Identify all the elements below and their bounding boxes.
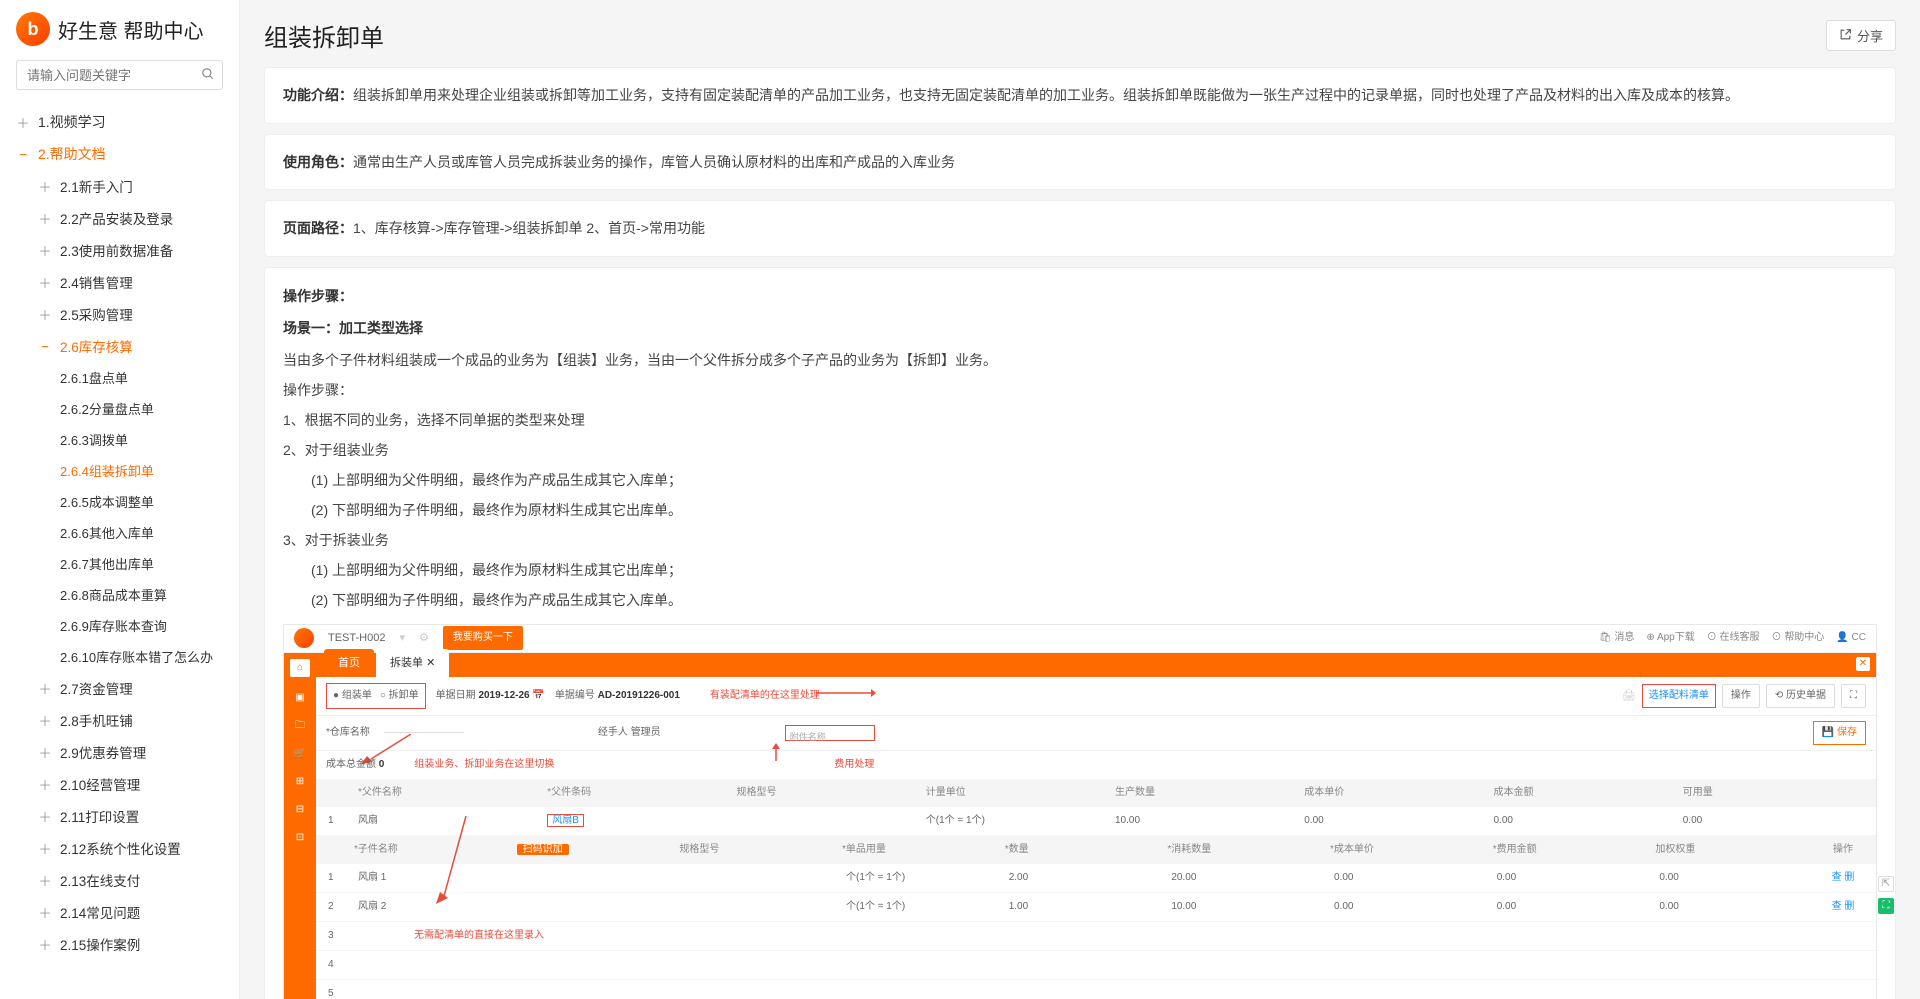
plus-icon: ＋ xyxy=(38,809,52,823)
plus-icon: ＋ xyxy=(38,841,52,855)
ss-buy-button: 我要购买一下 xyxy=(443,626,523,650)
embedded-screenshot: TEST-H002▾ ⚙ 我要购买一下 🛍 消息 ⊕ App下载 ⊙ 在线客服 … xyxy=(283,624,1877,999)
annotation-1: 有装配清单的在这里处理 xyxy=(710,686,820,706)
search-input[interactable] xyxy=(16,60,223,90)
nav-item-211[interactable]: ＋2.11打印设置 xyxy=(38,800,223,832)
role-card: 使用角色：通常由生产人员或库管人员完成拆装业务的操作，库管人员确认原材料的出库和… xyxy=(264,134,1896,191)
brand-logo-icon: b xyxy=(16,12,50,46)
steps-card: 操作步骤： 场景一：加工类型选择 当由多个子件材料组装成一个成品的业务为【组装】… xyxy=(264,267,1896,999)
steps-heading: 操作步骤： xyxy=(283,282,1877,310)
plus-icon: ＋ xyxy=(38,243,52,257)
ss-child-table: *子件名称扫码识加规格型号*单品用量*数量*消耗数量*成本单价*费用金额加权权重… xyxy=(316,836,1876,999)
nav-icon: ⊡ xyxy=(293,831,307,845)
annotation-4: 无需配清单的直接在这里录入 xyxy=(354,926,1022,946)
ss-save-button: 💾 保存 xyxy=(1813,721,1866,745)
nav-item-210[interactable]: ＋2.10经营管理 xyxy=(38,768,223,800)
ss-tab-doc: 拆装单 ✕ xyxy=(376,649,449,677)
plus-icon: ＋ xyxy=(38,179,52,193)
nav-section-docs[interactable]: −2.帮助文档 xyxy=(16,138,223,170)
ss-toolbar: ● 组装单○ 拆卸单 单据日期 2019-12-26 📅 单据编号 AD-201… xyxy=(316,677,1876,716)
scenario-heading: 场景一：加工类型选择 xyxy=(283,314,1877,342)
plus-icon: ＋ xyxy=(38,211,52,225)
nav-item-213[interactable]: ＋2.13在线支付 xyxy=(38,864,223,896)
plus-icon: ＋ xyxy=(38,905,52,919)
ss-side-icons: ⇱⛶ xyxy=(1878,876,1894,914)
ss-parent-table: *父件名称*父件条码规格型号计量单位生产数量成本单价成本金额可用量 1风扇风扇B… xyxy=(316,779,1876,836)
nav-leaf-265[interactable]: 2.6.5成本调整单 xyxy=(60,486,223,517)
ss-row2: *仓库名称 经手人 管理员 附件名称 💾 保存 xyxy=(316,716,1876,751)
plus-icon: ＋ xyxy=(38,937,52,951)
nav-icon: ⊟ xyxy=(293,803,307,817)
ss-tab-home: 首页 xyxy=(324,649,374,677)
nav-item-27[interactable]: ＋2.7资金管理 xyxy=(38,672,223,704)
page-title: 组装拆卸单 xyxy=(264,18,384,53)
ss-left-nav: ⌂ ▣ 🗀 🛒 ⊞ ⊟ ⊡ xyxy=(284,653,316,999)
nav-item-21[interactable]: ＋2.1新手入门 xyxy=(38,170,223,202)
nav-leaf-262[interactable]: 2.6.2分量盘点单 xyxy=(60,393,223,424)
nav-item-212[interactable]: ＋2.12系统个性化设置 xyxy=(38,832,223,864)
nav-item-24[interactable]: ＋2.4销售管理 xyxy=(38,266,223,298)
nav-leaf-264[interactable]: 2.6.4组装拆卸单 xyxy=(60,455,223,486)
ss-logo-icon xyxy=(294,628,314,648)
annotation-3: 费用处理 xyxy=(834,755,874,775)
nav-icon: ⊞ xyxy=(293,775,307,789)
search-icon[interactable] xyxy=(201,67,215,84)
nav-leaf-266[interactable]: 2.6.6其他入库单 xyxy=(60,517,223,548)
nav-section-video[interactable]: ＋1.视频学习 xyxy=(16,106,223,138)
nav-leaf-269[interactable]: 2.6.9库存账本查询 xyxy=(60,610,223,641)
intro-card: 功能介绍：组装拆卸单用来处理企业组装或拆卸等加工业务，支持有固定装配清单的产品加… xyxy=(264,67,1896,124)
nav-item-28[interactable]: ＋2.8手机旺铺 xyxy=(38,704,223,736)
plus-icon: ＋ xyxy=(38,681,52,695)
plus-icon: ＋ xyxy=(38,275,52,289)
ss-cost-select: 附件名称 xyxy=(785,725,875,741)
plus-icon: ＋ xyxy=(38,777,52,791)
brand-name: 好生意 帮助中心 xyxy=(58,15,204,44)
ss-topbar: TEST-H002▾ ⚙ 我要购买一下 🛍 消息 ⊕ App下载 ⊙ 在线客服 … xyxy=(284,625,1876,653)
nav-item-214[interactable]: ＋2.14常见问题 xyxy=(38,896,223,928)
minus-icon: − xyxy=(38,339,52,353)
nav-icon: ▣ xyxy=(293,691,307,705)
nav-icon: 🛒 xyxy=(293,747,307,761)
ss-tabs: 首页 拆装单 ✕ ✕ xyxy=(316,653,1876,677)
home-icon: ⌂ xyxy=(290,659,310,677)
annotation-2: 组装业务、拆卸业务在这里切换 xyxy=(414,755,554,775)
nav-leaf-268[interactable]: 2.6.8商品成本重算 xyxy=(60,579,223,610)
minus-icon: − xyxy=(16,147,30,161)
plus-icon: ＋ xyxy=(38,307,52,321)
main-content: 组装拆卸单 分享 功能介绍：组装拆卸单用来处理企业组装或拆卸等加工业务，支持有固… xyxy=(240,0,1920,999)
nav-leaf-267[interactable]: 2.6.7其他出库单 xyxy=(60,548,223,579)
nav-item-23[interactable]: ＋2.3使用前数据准备 xyxy=(38,234,223,266)
share-button[interactable]: 分享 xyxy=(1826,20,1896,51)
ss-type-radio: ● 组装单○ 拆卸单 xyxy=(326,683,426,709)
path-card: 页面路径：1、库存核算->库存管理->组装拆卸单 2、首页->常用功能 xyxy=(264,200,1896,257)
plus-icon: ＋ xyxy=(38,713,52,727)
search-box xyxy=(16,60,223,90)
close-all-icon: ✕ xyxy=(1856,657,1870,671)
nav-item-26[interactable]: −2.6库存核算 xyxy=(38,330,223,362)
plus-icon: ＋ xyxy=(16,115,30,129)
share-icon xyxy=(1839,28,1852,44)
plus-icon: ＋ xyxy=(38,873,52,887)
nav-leaf-263[interactable]: 2.6.3调拨单 xyxy=(60,424,223,455)
nav-item-215[interactable]: ＋2.15操作案例 xyxy=(38,928,223,960)
nav-leaf-261[interactable]: 2.6.1盘点单 xyxy=(60,362,223,393)
nav-item-25[interactable]: ＋2.5采购管理 xyxy=(38,298,223,330)
sidebar: b 好生意 帮助中心 ＋1.视频学习 −2.帮助文档 ＋2.1新手入门 ＋2.2… xyxy=(0,0,240,999)
brand: b 好生意 帮助中心 xyxy=(16,12,223,46)
nav-item-29[interactable]: ＋2.9优惠券管理 xyxy=(38,736,223,768)
nav-leaf-2610[interactable]: 2.6.10库存账本错了怎么办 xyxy=(60,641,223,672)
nav-icon: 🗀 xyxy=(293,719,307,733)
ss-bom-link: 选择配料清单 xyxy=(1642,684,1716,708)
nav-item-22[interactable]: ＋2.2产品安装及登录 xyxy=(38,202,223,234)
plus-icon: ＋ xyxy=(38,745,52,759)
